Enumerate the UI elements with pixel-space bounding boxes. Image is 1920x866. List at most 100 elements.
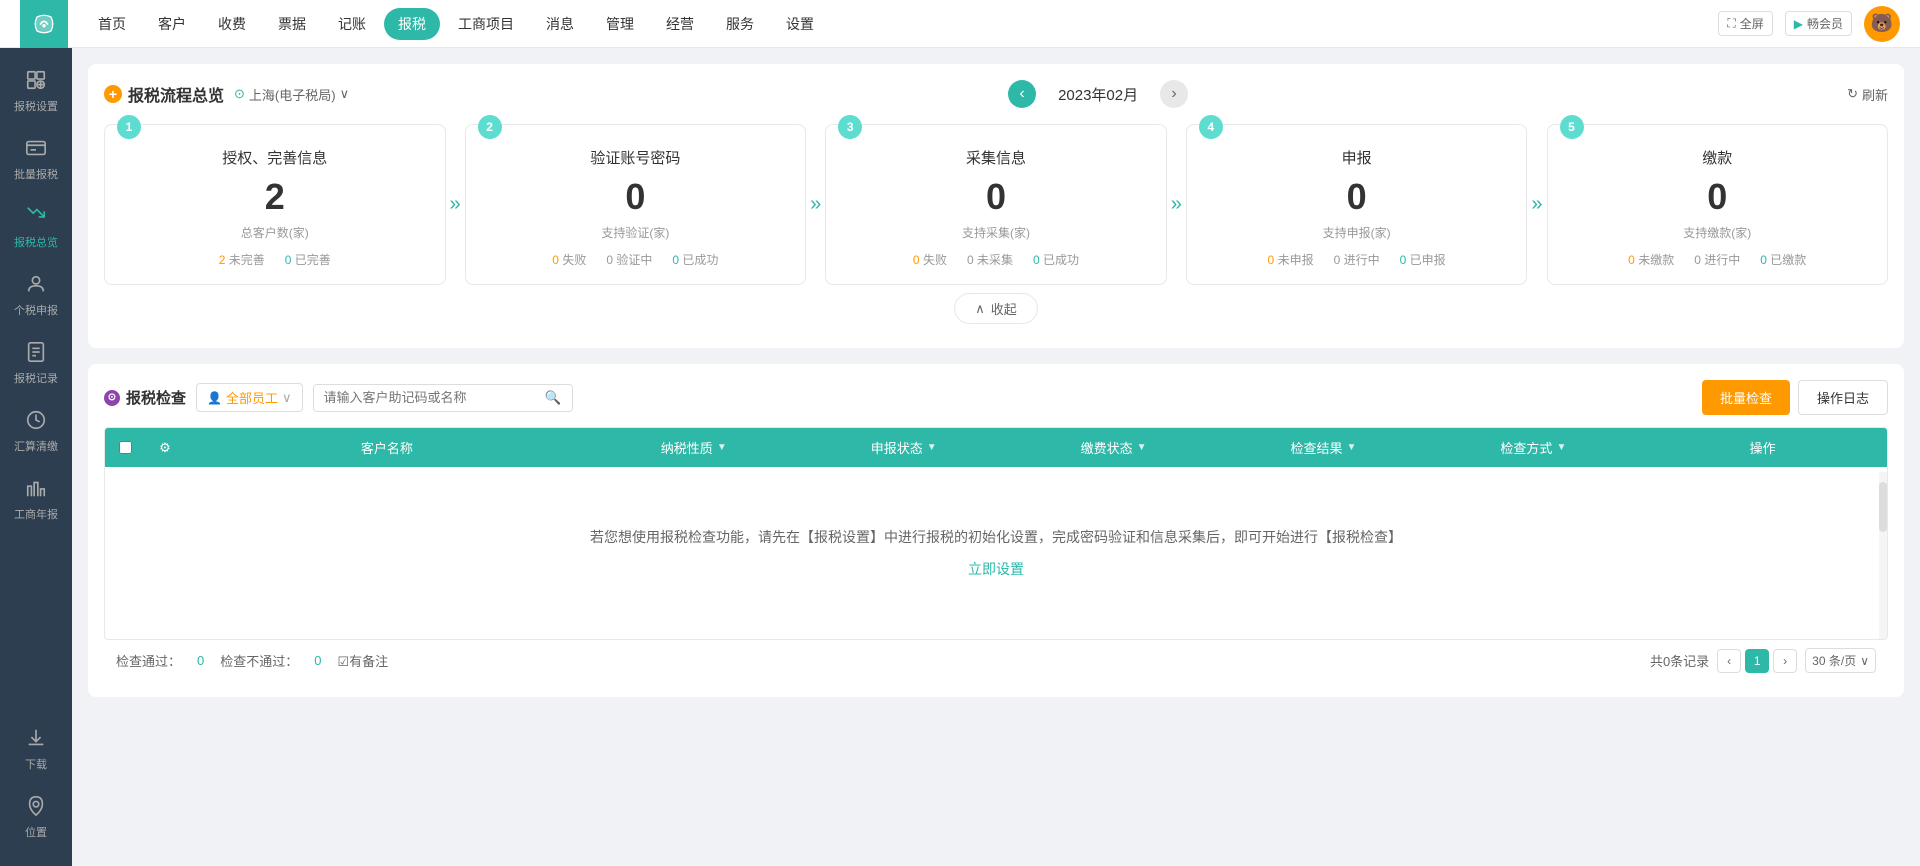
stat-2-1: 0 验证中 xyxy=(606,251,652,268)
fail-label: 检查不通过： xyxy=(220,651,298,670)
table-header: ⚙ 客户名称 纳税性质 ▼ 申报状态 ▼ 缴费状态 ▼ xyxy=(105,428,1887,467)
stat-val-3-1[interactable]: 0 xyxy=(967,253,974,267)
nav-accounting[interactable]: 记账 xyxy=(324,8,380,40)
nav-home[interactable]: 首页 xyxy=(84,8,140,40)
sidebar-label-tax-clearance: 汇算清缴 xyxy=(14,438,58,454)
nav-tax[interactable]: 报税 xyxy=(384,8,440,40)
employee-select[interactable]: 👤 全部员工 ∨ xyxy=(196,383,302,412)
nav-billing[interactable]: 收费 xyxy=(204,8,260,40)
nav-invoice[interactable]: 票据 xyxy=(264,8,320,40)
stat-val-5-0[interactable]: 0 xyxy=(1628,253,1635,267)
stat-label-4-0: 未申报 xyxy=(1278,253,1314,267)
sidebar-label-batch-tax: 批量报税 xyxy=(14,166,58,182)
stat-5-1: 0 进行中 xyxy=(1694,251,1740,268)
app-logo xyxy=(20,0,68,48)
sidebar-item-tax-settings[interactable]: 报税设置 xyxy=(0,56,72,124)
stat-val-4-1[interactable]: 0 xyxy=(1334,253,1341,267)
batch-check-button[interactable]: 批量检查 xyxy=(1702,380,1790,415)
sidebar-item-tax-clearance[interactable]: 汇算清缴 xyxy=(0,396,72,464)
scrollbar-thumb xyxy=(1879,482,1887,532)
next-page-button[interactable]: › xyxy=(1773,649,1797,673)
stat-2-0: 0 失败 xyxy=(552,251,586,268)
filter-result-icon[interactable]: ▼ xyxy=(1347,442,1357,453)
nav-business[interactable]: 工商项目 xyxy=(444,8,528,40)
fullscreen-button[interactable]: ⛶ 全屏 xyxy=(1718,11,1772,36)
process-steps: 1 授权、完善信息 2 总客户数(家) 2 未完善 0 已完善 xyxy=(104,124,1888,285)
th-check-result: 检查结果 ▼ xyxy=(1219,428,1429,467)
nav-operation[interactable]: 经营 xyxy=(652,8,708,40)
batch-tax-icon xyxy=(22,134,50,162)
employee-icon: 👤 xyxy=(207,391,222,405)
stat-val-1-0[interactable]: 2 xyxy=(219,253,226,267)
step-count-3: 0 xyxy=(842,176,1150,218)
select-all-checkbox[interactable] xyxy=(119,441,132,454)
location-button[interactable]: ⊙ 上海(电子税局) ∨ xyxy=(234,85,349,104)
overview-title: + 报税流程总览 xyxy=(104,82,224,106)
nav-message[interactable]: 消息 xyxy=(532,8,588,40)
avatar[interactable]: 🐻 xyxy=(1864,6,1900,42)
th-gear[interactable]: ⚙ xyxy=(145,428,185,467)
sidebar-item-business-report[interactable]: 工商年报 xyxy=(0,464,72,532)
stat-val-3-2[interactable]: 0 xyxy=(1033,253,1040,267)
prev-month-button[interactable]: ‹ xyxy=(1008,80,1036,108)
step-subtitle-5: 支持缴款(家) xyxy=(1564,224,1872,241)
th-checkbox[interactable] xyxy=(105,428,145,467)
stat-3-1: 0 未采集 xyxy=(967,251,1013,268)
stat-val-4-2[interactable]: 0 xyxy=(1400,253,1407,267)
stat-val-5-1[interactable]: 0 xyxy=(1694,253,1701,267)
nav-service[interactable]: 服务 xyxy=(712,8,768,40)
month-nav: ‹ 2023年02月 › xyxy=(1008,80,1188,108)
filter-method-icon[interactable]: ▼ xyxy=(1556,442,1566,453)
nav-manage[interactable]: 管理 xyxy=(592,8,648,40)
vip-button[interactable]: ▶ 畅会员 xyxy=(1785,11,1852,36)
sidebar-item-batch-tax[interactable]: 批量报税 xyxy=(0,124,72,192)
stat-val-4-0[interactable]: 0 xyxy=(1268,253,1275,267)
filter-apply-icon[interactable]: ▼ xyxy=(927,442,937,453)
th-pay-status: 缴费状态 ▼ xyxy=(1009,428,1219,467)
stat-label-5-0: 未缴款 xyxy=(1638,253,1674,267)
next-month-button[interactable]: › xyxy=(1160,80,1188,108)
setup-link[interactable]: 立即设置 xyxy=(968,561,1024,577)
pass-count[interactable]: 0 xyxy=(197,653,204,668)
sidebar-item-location[interactable]: 位置 xyxy=(18,782,54,850)
step-stats-1: 2 未完善 0 已完善 xyxy=(121,251,429,268)
per-page-select[interactable]: 30 条/页 ∨ xyxy=(1805,648,1876,673)
collapse-button[interactable]: ∧ 收起 xyxy=(954,293,1038,324)
download-icon xyxy=(22,724,50,752)
footer-right: 共0条记录 ‹ 1 › 30 条/页 ∨ xyxy=(1650,648,1876,673)
collapse-arrow-icon: ∧ xyxy=(975,301,985,317)
search-input[interactable] xyxy=(314,385,535,410)
prev-page-button[interactable]: ‹ xyxy=(1717,649,1741,673)
scrollbar-track[interactable] xyxy=(1879,472,1887,639)
filter-pay-icon[interactable]: ▼ xyxy=(1137,442,1147,453)
step-stats-3: 0 失败 0 未采集 0 已成功 xyxy=(842,251,1150,268)
search-icon: 🔍 xyxy=(545,390,562,405)
sidebar-item-personal-tax[interactable]: 个税申报 xyxy=(0,260,72,328)
process-step-2: 2 验证账号密码 0 支持验证(家) 0 失败 0 验证中 xyxy=(465,124,807,285)
stat-val-2-2[interactable]: 0 xyxy=(672,253,679,267)
sidebar-item-tax-overview[interactable]: 报税总览 xyxy=(0,192,72,260)
stat-val-5-2[interactable]: 0 xyxy=(1760,253,1767,267)
nav-items: 首页 客户 收费 票据 记账 报税 工商项目 消息 管理 经营 服务 设置 xyxy=(84,8,1718,40)
stat-val-3-0[interactable]: 0 xyxy=(913,253,920,267)
page-1-button[interactable]: 1 xyxy=(1745,649,1769,673)
nav-settings[interactable]: 设置 xyxy=(772,8,828,40)
step-num-2: 2 xyxy=(478,115,502,139)
fail-count[interactable]: 0 xyxy=(314,653,321,668)
arrow-3-4: » xyxy=(1167,124,1186,285)
operation-log-button[interactable]: 操作日志 xyxy=(1798,380,1888,415)
filter-tax-icon[interactable]: ▼ xyxy=(717,442,727,453)
stat-val-2-1[interactable]: 0 xyxy=(606,253,613,267)
stat-label-1-0: 未完善 xyxy=(229,253,265,267)
location-dot-icon: ⊙ xyxy=(234,86,245,102)
process-step-5: 5 缴款 0 支持缴款(家) 0 未缴款 0 进行中 xyxy=(1547,124,1889,285)
stat-val-2-0[interactable]: 0 xyxy=(552,253,559,267)
sidebar-item-download[interactable]: 下载 xyxy=(18,714,54,782)
nav-customer[interactable]: 客户 xyxy=(144,8,200,40)
stat-val-1-1[interactable]: 0 xyxy=(285,253,292,267)
pagination: ‹ 1 › xyxy=(1717,649,1797,673)
sidebar-item-tax-records[interactable]: 报税记录 xyxy=(0,328,72,396)
refresh-button[interactable]: ↻ 刷新 xyxy=(1847,85,1888,104)
search-button[interactable]: 🔍 xyxy=(535,385,572,411)
stat-4-0: 0 未申报 xyxy=(1268,251,1314,268)
